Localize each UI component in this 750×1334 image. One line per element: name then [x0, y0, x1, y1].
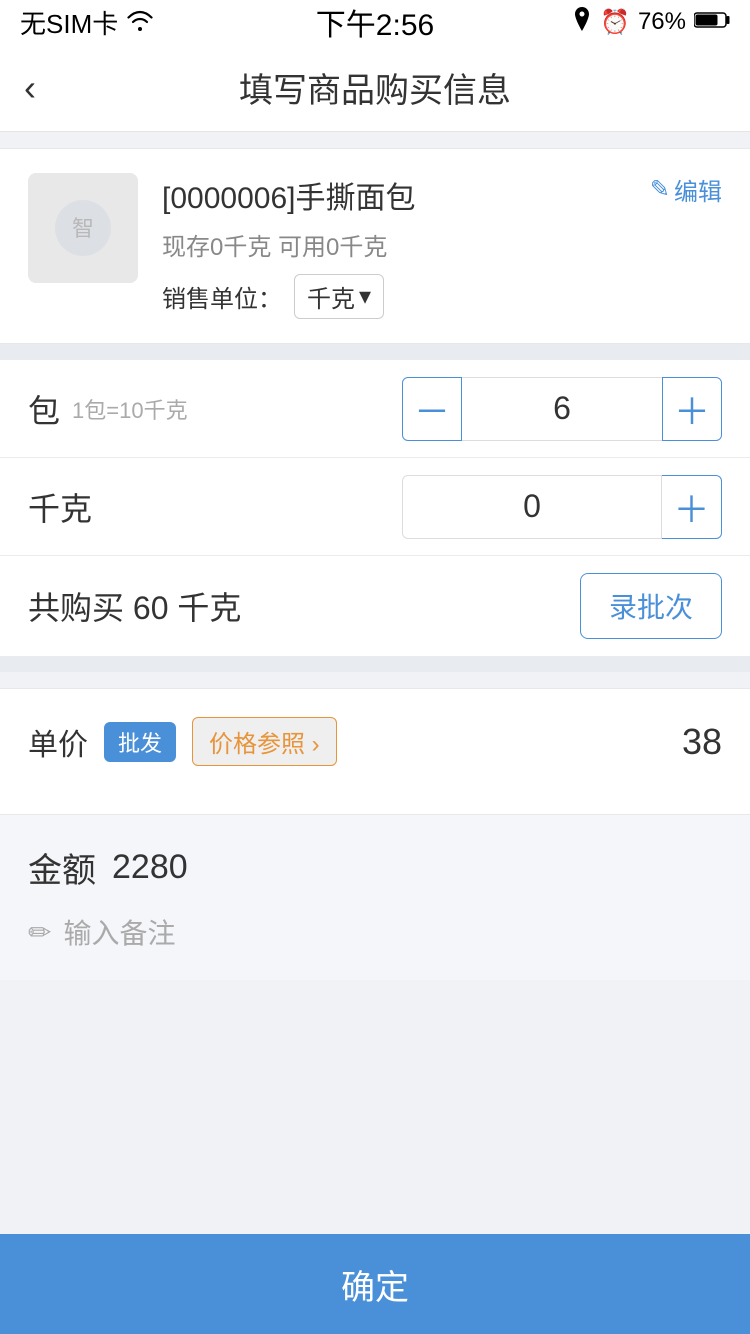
amount-label: 金额 [28, 843, 96, 892]
unit-value: 千克 [307, 279, 355, 314]
bao-qty-input[interactable] [462, 377, 662, 441]
bao-input-row: 包 1包=10千克 － ＋ [0, 360, 750, 458]
section-separator-1 [0, 344, 750, 360]
amount-value: 2280 [112, 848, 188, 887]
price-ref-button[interactable]: 价格参照 › [192, 717, 337, 766]
bao-hint: 1包=10千克 [72, 393, 188, 425]
kg-controls: ＋ [402, 475, 722, 539]
bao-label: 包 1包=10千克 [28, 386, 188, 432]
unit-select[interactable]: 千克 ▾ [294, 274, 384, 319]
remark-row[interactable]: ✏ 输入备注 [28, 912, 722, 952]
status-left: 无SIM卡 [20, 4, 154, 41]
page-title: 填写商品购买信息 [239, 63, 511, 112]
confirm-button-label: 确定 [341, 1260, 409, 1309]
remark-icon: ✏ [28, 916, 51, 949]
bao-minus-button[interactable]: － [402, 377, 462, 441]
location-icon [572, 7, 592, 38]
time-text: 下午2:56 [316, 0, 434, 44]
back-button[interactable]: ‹ [24, 67, 36, 109]
battery-icon [694, 8, 730, 36]
kg-input-row: 千克 ＋ [0, 458, 750, 556]
bao-plus-button[interactable]: ＋ [662, 377, 722, 441]
price-tag: 批发 [104, 722, 176, 762]
kg-text: 千克 [28, 484, 92, 530]
price-section: 单价 批发 价格参照 › 38 [0, 688, 750, 815]
price-label: 单价 [28, 720, 88, 764]
alarm-icon: ⏰ [600, 8, 630, 37]
product-stock: 现存0千克 可用0千克 [162, 227, 722, 262]
total-row: 共购买 60 千克 录批次 [0, 556, 750, 656]
bao-controls: － ＋ [402, 377, 722, 441]
confirm-button-wrapper[interactable]: 确定 [0, 1234, 750, 1334]
price-value: 38 [682, 721, 722, 763]
total-text: 共购买 60 千克 [28, 583, 241, 629]
amount-row: 金额 2280 [28, 843, 722, 892]
remark-placeholder: 输入备注 [63, 912, 175, 952]
product-unit-row: 销售单位： 千克 ▾ [162, 274, 722, 319]
product-name: [0000006]手撕面包 [162, 173, 722, 217]
svg-text:智: 智 [72, 216, 94, 241]
product-thumbnail: 智 [28, 173, 138, 283]
product-card: 智 [0000006]手撕面包 现存0千克 可用0千克 销售单位： 千克 ▾ ✎… [0, 148, 750, 344]
edit-label: 编辑 [674, 172, 722, 207]
product-info: [0000006]手撕面包 现存0千克 可用0千克 销售单位： 千克 ▾ [162, 173, 722, 319]
unit-dropdown-icon: ▾ [359, 282, 371, 311]
amount-section: 金额 2280 ✏ 输入备注 [0, 815, 750, 980]
nav-bar: ‹ 填写商品购买信息 [0, 44, 750, 132]
battery-text: 76% [638, 8, 686, 36]
kg-plus-button[interactable]: ＋ [662, 475, 722, 539]
kg-label: 千克 [28, 484, 148, 530]
edit-icon: ✎ [650, 175, 670, 204]
input-section: 包 1包=10千克 － ＋ 千克 ＋ [0, 360, 750, 556]
kg-qty-input[interactable] [402, 475, 662, 539]
carrier-text: 无SIM卡 [20, 4, 118, 41]
bao-text: 包 [28, 386, 60, 432]
price-row: 单价 批发 价格参照 › 38 [28, 717, 722, 766]
batch-button[interactable]: 录批次 [580, 573, 722, 639]
status-right: ⏰ 76% [572, 7, 730, 38]
wifi-icon [126, 7, 154, 38]
product-card-wrapper: 智 [0000006]手撕面包 现存0千克 可用0千克 销售单位： 千克 ▾ ✎… [0, 148, 750, 344]
edit-button[interactable]: ✎ 编辑 [650, 172, 722, 207]
unit-label: 销售单位： [162, 279, 282, 314]
status-bar: 无SIM卡 下午2:56 ⏰ 76% [0, 0, 750, 44]
section-separator-2 [0, 656, 750, 672]
